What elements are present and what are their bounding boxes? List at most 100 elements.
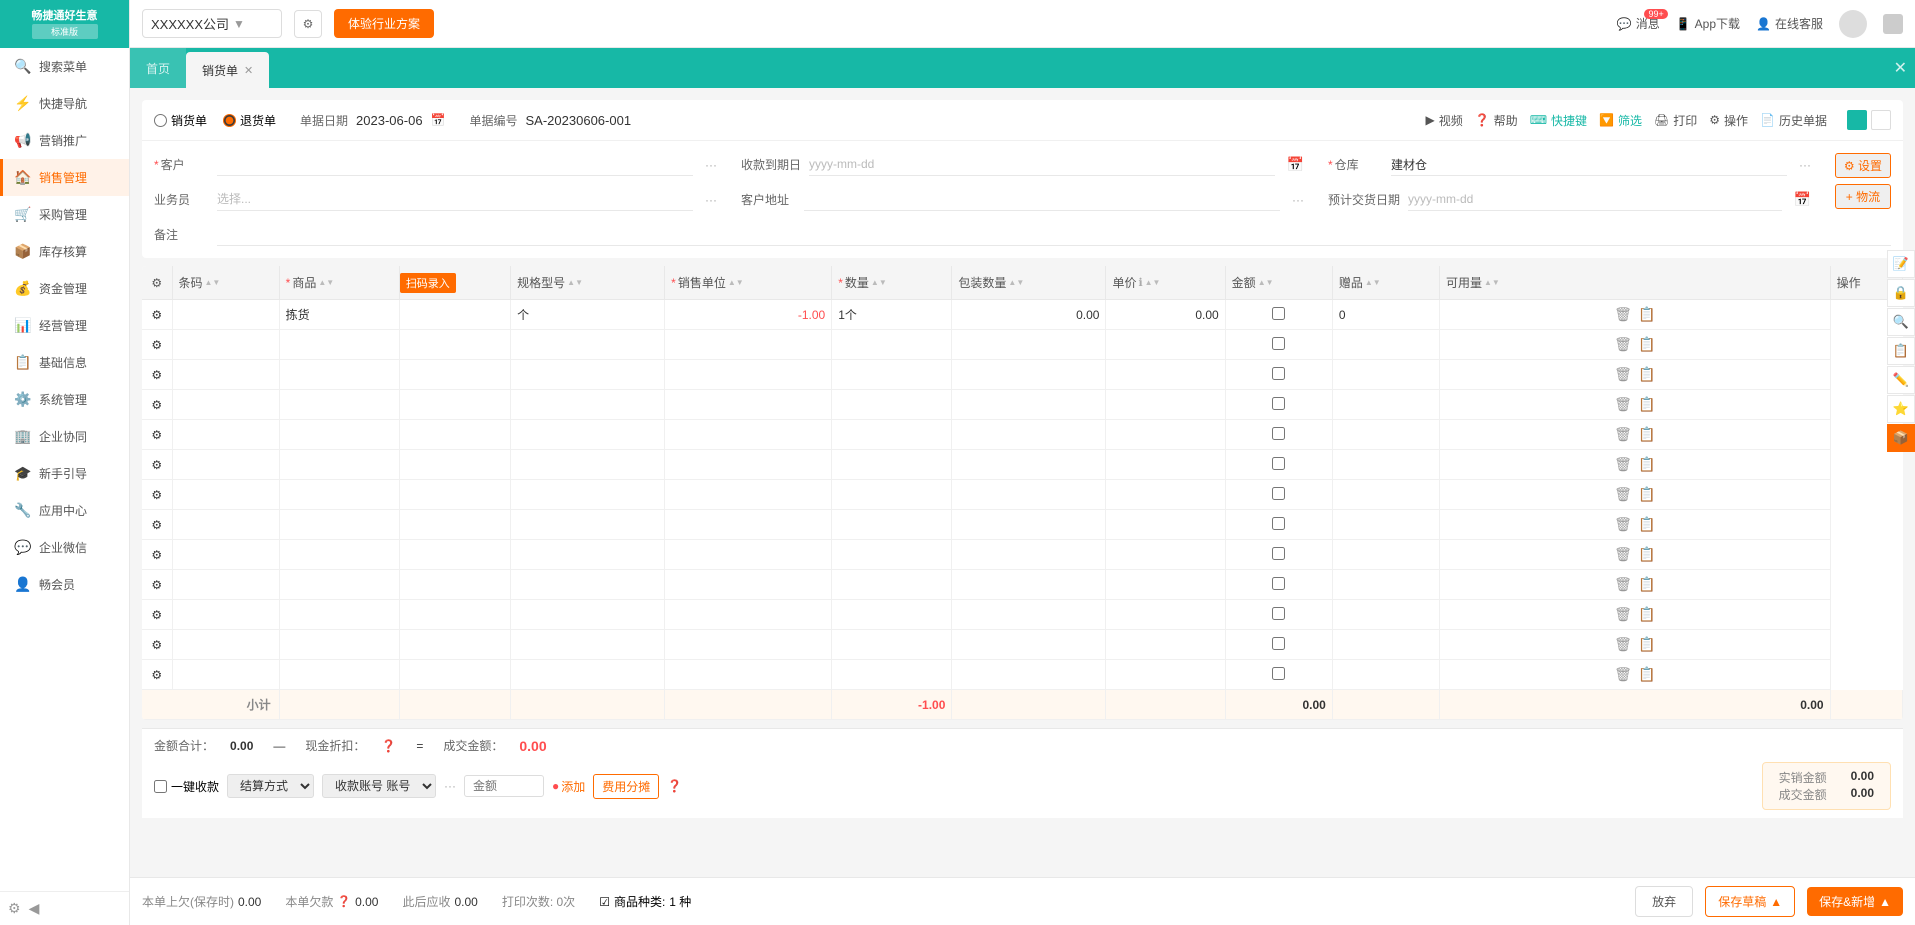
delete-row-icon[interactable]: 🗑 — [1614, 456, 1632, 473]
collapse-icon[interactable]: ◀ — [29, 900, 40, 917]
row-product[interactable] — [279, 570, 399, 600]
save-draft-button[interactable]: 保存草稿 ▲ — [1705, 886, 1795, 917]
tab-close-icon[interactable]: ✕ — [244, 64, 253, 77]
row-unit-price[interactable] — [952, 540, 1106, 570]
row-amount[interactable] — [1106, 480, 1225, 510]
th-available[interactable]: 可用量▲▼ — [1439, 266, 1830, 300]
company-selector[interactable]: XXXXXX公司 ▼ — [142, 9, 282, 38]
row-product[interactable] — [279, 540, 399, 570]
fee-split-button[interactable]: 费用分摊 — [593, 774, 659, 799]
copy-row-icon[interactable]: 📋 — [1638, 366, 1655, 383]
row-settings[interactable]: ⚙ — [142, 360, 172, 390]
settings-icon[interactable]: ⚙ — [8, 900, 21, 917]
row-pack-qty[interactable] — [832, 480, 952, 510]
row-barcode[interactable] — [172, 360, 279, 390]
sidebar-item-operation[interactable]: 📊 经营管理 — [0, 307, 129, 344]
view-toggle-grid[interactable] — [1871, 110, 1891, 130]
row-barcode[interactable] — [172, 600, 279, 630]
row-unit-price[interactable] — [952, 450, 1106, 480]
radio-sales[interactable]: 销货单 — [154, 112, 207, 129]
sidebar-item-enterprise[interactable]: 🏢 企业协同 — [0, 418, 129, 455]
fee-help-icon[interactable]: ❓ — [667, 779, 682, 793]
row-amount[interactable] — [1106, 600, 1225, 630]
th-quantity[interactable]: *数量▲▼ — [832, 266, 952, 300]
checkbox-product-icon[interactable]: ☑ — [599, 895, 610, 909]
warehouse-input[interactable] — [1391, 153, 1787, 176]
row-quantity[interactable] — [665, 480, 832, 510]
row-spec[interactable] — [399, 600, 510, 630]
row-product[interactable] — [279, 420, 399, 450]
delete-row-icon[interactable]: 🗑 — [1614, 636, 1632, 653]
row-pack-qty[interactable] — [832, 540, 952, 570]
row-unit[interactable] — [511, 600, 665, 630]
row-amount[interactable] — [1106, 420, 1225, 450]
copy-row-icon[interactable]: 📋 — [1638, 306, 1655, 323]
copy-row-icon[interactable]: 📋 — [1638, 486, 1655, 503]
abandon-button[interactable]: 放弃 — [1635, 886, 1693, 917]
row-product[interactable] — [279, 600, 399, 630]
row-settings[interactable]: ⚙ — [142, 480, 172, 510]
delete-row-icon[interactable]: 🗑 — [1614, 516, 1632, 533]
row-barcode[interactable] — [172, 570, 279, 600]
delete-row-icon[interactable]: 🗑 — [1614, 396, 1632, 413]
row-quantity[interactable] — [665, 450, 832, 480]
row-unit-price[interactable] — [952, 510, 1106, 540]
row-gift[interactable] — [1225, 420, 1332, 450]
calendar-icon[interactable]: 📅 — [431, 113, 446, 127]
copy-row-icon[interactable]: 📋 — [1638, 606, 1655, 623]
row-pack-qty[interactable] — [832, 510, 952, 540]
th-settings[interactable]: ⚙ — [142, 266, 172, 300]
row-spec[interactable] — [399, 330, 510, 360]
row-unit-price[interactable] — [952, 660, 1106, 690]
sidebar-item-guide[interactable]: 🎓 新手引导 — [0, 455, 129, 492]
row-product[interactable] — [279, 480, 399, 510]
help-circle-icon[interactable]: ❓ — [381, 739, 396, 753]
expected-date-input[interactable] — [1408, 188, 1782, 211]
sidebar-item-search[interactable]: 🔍 搜索菜单 — [0, 48, 129, 85]
row-amount[interactable] — [1106, 390, 1225, 420]
warehouse-more-icon[interactable]: ··· — [1799, 158, 1811, 172]
row-pack-qty[interactable] — [832, 660, 952, 690]
trial-button[interactable]: 体验行业方案 — [334, 9, 434, 38]
radio-return-input[interactable] — [223, 114, 236, 127]
row-spec[interactable] — [399, 660, 510, 690]
row-spec[interactable] — [399, 570, 510, 600]
copy-row-icon[interactable]: 📋 — [1638, 516, 1655, 533]
row-spec[interactable] — [399, 480, 510, 510]
tab-home[interactable]: 首页 — [130, 48, 186, 88]
row-spec[interactable] — [399, 450, 510, 480]
add-payment-button[interactable]: ● 添加 — [552, 778, 585, 795]
row-gift[interactable] — [1225, 540, 1332, 570]
customer-address-input[interactable] — [804, 188, 1280, 211]
save-new-button[interactable]: 保存&新增 ▲ — [1807, 887, 1903, 916]
copy-row-icon[interactable]: 📋 — [1638, 456, 1655, 473]
row-unit[interactable] — [511, 390, 665, 420]
row-quantity[interactable] — [665, 660, 832, 690]
row-pack-qty[interactable]: 1个 — [832, 300, 952, 330]
row-gift[interactable] — [1225, 660, 1332, 690]
row-product[interactable]: 拣货 — [279, 300, 399, 330]
th-product[interactable]: *商品▲▼ — [279, 266, 399, 300]
row-spec[interactable] — [399, 300, 510, 330]
right-panel-clipboard[interactable]: 📋 — [1887, 337, 1915, 365]
copy-row-icon[interactable]: 📋 — [1638, 426, 1655, 443]
row-unit-price[interactable] — [952, 480, 1106, 510]
row-settings[interactable]: ⚙ — [142, 300, 172, 330]
logistics-button[interactable]: + 物流+ 物流 — [1835, 184, 1891, 209]
row-barcode[interactable] — [172, 450, 279, 480]
row-settings[interactable]: ⚙ — [142, 390, 172, 420]
delete-row-icon[interactable]: 🗑 — [1614, 606, 1632, 623]
th-unit-price[interactable]: 单价ℹ▲▼ — [1106, 266, 1225, 300]
operation-btn[interactable]: ⚙ 操作 — [1709, 112, 1748, 129]
row-barcode[interactable] — [172, 540, 279, 570]
row-quantity[interactable] — [665, 600, 832, 630]
shortcut-btn[interactable]: ⌨ 快捷键 — [1530, 112, 1587, 129]
delete-row-icon[interactable]: 🗑 — [1614, 486, 1632, 503]
sidebar-item-purchase[interactable]: 🛒 采购管理 — [0, 196, 129, 233]
radio-sales-input[interactable] — [154, 114, 167, 127]
settings-form-button[interactable]: ⚙ ⚙设置设置 — [1835, 153, 1891, 178]
row-spec[interactable] — [399, 390, 510, 420]
filter-btn[interactable]: 🔽 筛选 — [1599, 112, 1642, 129]
close-window-icon[interactable]: ✕ — [1894, 58, 1907, 78]
row-pack-qty[interactable] — [832, 450, 952, 480]
